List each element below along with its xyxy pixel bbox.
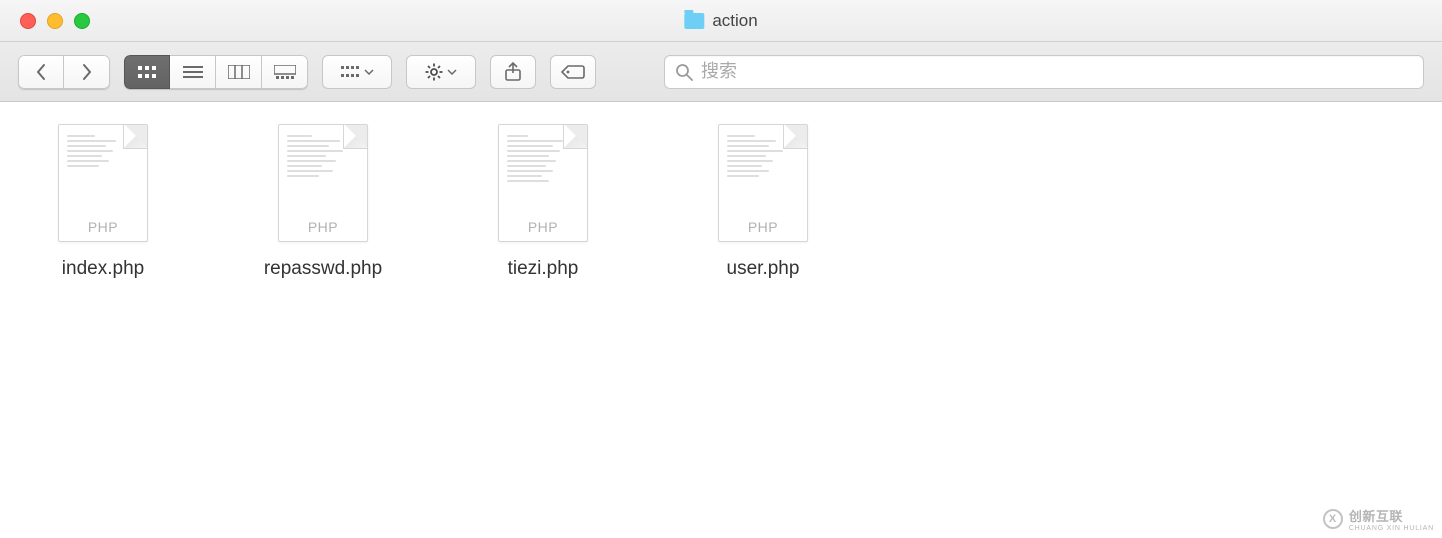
icon-view-button[interactable] xyxy=(124,55,170,89)
file-name: repasswd.php xyxy=(264,258,382,280)
watermark-brand: 创新互联 xyxy=(1349,506,1434,525)
close-window-button[interactable] xyxy=(20,13,36,29)
nav-group xyxy=(18,55,110,89)
file-name: index.php xyxy=(62,258,144,280)
tags-button[interactable] xyxy=(550,55,596,89)
file-name: tiezi.php xyxy=(508,258,579,280)
watermark-sub: CHUANG XIN HULIAN xyxy=(1349,525,1434,532)
share-icon xyxy=(504,62,522,82)
file-type-label: PHP xyxy=(719,219,807,235)
file-item[interactable]: PHP repasswd.php xyxy=(248,124,398,516)
group-by-button[interactable] xyxy=(322,55,392,89)
gallery-view-button[interactable] xyxy=(262,55,308,89)
search-icon xyxy=(675,63,693,81)
file-type-label: PHP xyxy=(59,219,147,235)
watermark-logo: X xyxy=(1323,509,1343,529)
chevron-down-icon xyxy=(364,69,374,75)
file-item[interactable]: PHP tiezi.php xyxy=(468,124,618,516)
back-button[interactable] xyxy=(18,55,64,89)
php-file-icon: PHP xyxy=(278,124,368,242)
search-input[interactable] xyxy=(701,61,1413,82)
search-field[interactable] xyxy=(664,55,1424,89)
watermark: X 创新互联 CHUANG XIN HULIAN xyxy=(1323,506,1434,532)
share-button[interactable] xyxy=(490,55,536,89)
window-title-text: action xyxy=(712,11,757,31)
file-item[interactable]: PHP user.php xyxy=(688,124,838,516)
traffic-lights xyxy=(0,13,90,29)
forward-button[interactable] xyxy=(64,55,110,89)
gear-icon xyxy=(425,63,443,81)
file-name: user.php xyxy=(727,258,800,280)
php-file-icon: PHP xyxy=(718,124,808,242)
file-item[interactable]: PHP index.php xyxy=(28,124,178,516)
zoom-window-button[interactable] xyxy=(74,13,90,29)
file-grid: PHP index.php PHP repasswd.php PHP tiezi… xyxy=(0,102,1442,538)
folder-icon xyxy=(684,13,704,29)
chevron-down-icon xyxy=(447,69,457,75)
window-title: action xyxy=(684,11,757,31)
file-type-label: PHP xyxy=(279,219,367,235)
view-mode-group xyxy=(124,55,308,89)
file-type-label: PHP xyxy=(499,219,587,235)
php-file-icon: PHP xyxy=(498,124,588,242)
php-file-icon: PHP xyxy=(58,124,148,242)
minimize-window-button[interactable] xyxy=(47,13,63,29)
action-menu-button[interactable] xyxy=(406,55,476,89)
toolbar xyxy=(0,42,1442,102)
list-view-button[interactable] xyxy=(170,55,216,89)
column-view-button[interactable] xyxy=(216,55,262,89)
tag-icon xyxy=(560,63,586,81)
titlebar: action xyxy=(0,0,1442,42)
